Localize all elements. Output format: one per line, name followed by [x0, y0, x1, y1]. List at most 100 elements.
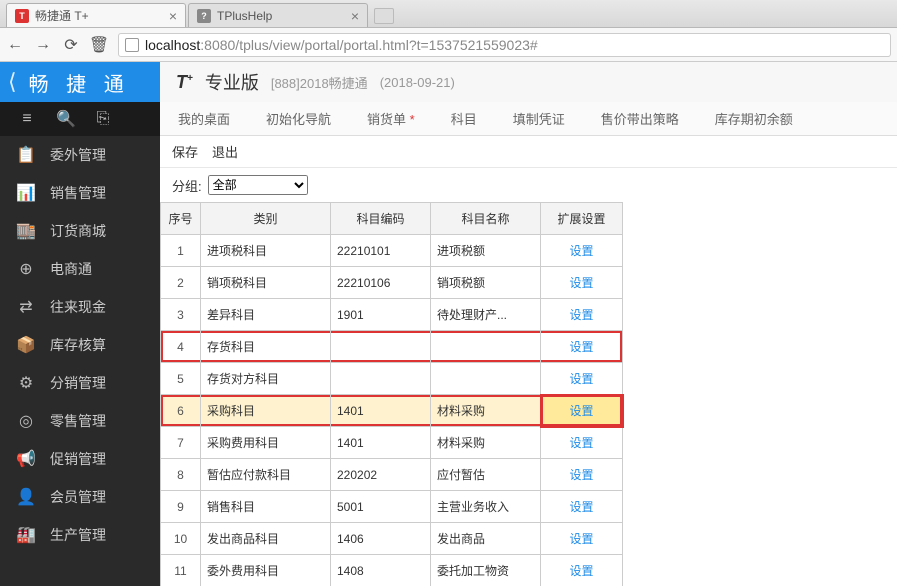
sidebar-item-label: 促销管理	[50, 449, 106, 469]
sidebar-item-label: 电商通	[50, 259, 92, 279]
ext-link[interactable]: 设置	[569, 276, 593, 290]
ext-link[interactable]: 设置	[569, 340, 593, 354]
table-row[interactable]: 10发出商品科目1406发出商品设置	[161, 523, 623, 555]
ext-link[interactable]: 设置	[569, 372, 593, 386]
ext-link[interactable]: 设置	[569, 244, 593, 258]
url-bar[interactable]: localhost:8080/tplus/view/portal/portal.…	[118, 33, 891, 57]
table-row[interactable]: 6采购科目1401材料采购设置	[161, 395, 623, 427]
cell-seq: 3	[161, 299, 201, 331]
ext-link[interactable]: 设置	[569, 436, 593, 450]
tab-subject[interactable]: 科目	[447, 107, 481, 130]
search-icon[interactable]: 🔍	[56, 109, 74, 129]
star-icon: *	[410, 112, 415, 127]
sidebar-item-cash[interactable]: ⇄ 往来现金	[0, 288, 160, 326]
forward-icon[interactable]: →	[34, 36, 52, 54]
table-header: 序号 类别 科目编码 科目名称 扩展设置	[161, 203, 623, 235]
back-icon[interactable]: ←	[6, 36, 24, 54]
cell-code: 5001	[331, 491, 431, 523]
table-row[interactable]: 11委外费用科目1408委托加工物资设置	[161, 555, 623, 586]
browser-tab-active[interactable]: T 畅捷通 T+ ×	[6, 3, 186, 27]
tab-title: 畅捷通 T+	[35, 7, 89, 24]
cell-name: 应付暂估	[431, 459, 541, 491]
gear-icon: ⚙	[16, 373, 36, 393]
edition-badge: T+	[176, 72, 193, 93]
factory-icon: 🏭	[16, 525, 36, 545]
tab-opening-balance[interactable]: 库存期初余额	[711, 107, 797, 130]
cell-name	[431, 363, 541, 395]
cell-code: 1401	[331, 395, 431, 427]
sidebar-item-label: 分销管理	[50, 373, 106, 393]
close-icon[interactable]: ×	[161, 8, 177, 24]
table-row[interactable]: 7采购费用科目1401材料采购设置	[161, 427, 623, 459]
tab-sales-order[interactable]: 销货单 *	[363, 107, 419, 130]
table-row[interactable]: 4存货科目设置	[161, 331, 623, 363]
sidebar-item-label: 会员管理	[50, 487, 106, 507]
cell-seq: 5	[161, 363, 201, 395]
cell-seq: 9	[161, 491, 201, 523]
table-row[interactable]: 9销售科目5001主营业务收入设置	[161, 491, 623, 523]
close-icon[interactable]: ×	[343, 8, 359, 24]
browser-tab-inactive[interactable]: ? TPlusHelp ×	[188, 3, 368, 27]
exchange-icon: ⇄	[16, 297, 36, 317]
sidebar-item-distribution[interactable]: ⚙ 分销管理	[0, 364, 160, 402]
table-row[interactable]: 2销项税科目22210106销项税额设置	[161, 267, 623, 299]
ext-link[interactable]: 设置	[569, 500, 593, 514]
table-row[interactable]: 5存货对方科目设置	[161, 363, 623, 395]
cell-type: 采购费用科目	[201, 427, 331, 459]
exit-button[interactable]: 退出	[212, 142, 238, 161]
megaphone-icon: 📢	[16, 449, 36, 469]
sidebar-item-sales[interactable]: 📊销售管理	[0, 174, 160, 212]
url-path: :8080/tplus/view/portal/portal.html?t=15…	[200, 37, 537, 53]
group-select[interactable]: 全部	[208, 175, 308, 195]
sidebar-item-member[interactable]: 👤会员管理	[0, 478, 160, 516]
sidebar-item-inventory[interactable]: 📦库存核算	[0, 326, 160, 364]
cell-type: 销项税科目	[201, 267, 331, 299]
cell-type: 委外费用科目	[201, 555, 331, 586]
ext-link[interactable]: 设置	[569, 564, 593, 578]
browser-tabs: T 畅捷通 T+ × ? TPlusHelp ×	[0, 0, 897, 28]
cell-seq: 10	[161, 523, 201, 555]
tab-price-policy[interactable]: 售价带出策略	[597, 107, 683, 130]
cell-name: 销项税额	[431, 267, 541, 299]
ext-link[interactable]: 设置	[569, 404, 593, 418]
sidebar-item-production[interactable]: 🏭生产管理	[0, 516, 160, 554]
cell-type: 进项税科目	[201, 235, 331, 267]
col-name: 科目名称	[431, 203, 541, 235]
sidebar-item-promo[interactable]: 📢 促销管理	[0, 440, 160, 478]
sidebar: ≡ 🔍 ⎘ 📋委外管理 📊销售管理 🏬订货商城 ⊕电商通 ⇄ 往来现金 📦库存核算…	[0, 102, 160, 586]
menu-icon[interactable]: ≡	[18, 110, 36, 128]
brand-logo: ⟨ 畅 捷 通	[0, 68, 160, 97]
trash-icon[interactable]: 🗑	[90, 36, 108, 54]
table-row[interactable]: 1进项税科目22210101进项税额设置	[161, 235, 623, 267]
cell-ext: 设置	[541, 331, 623, 363]
tab-voucher[interactable]: 填制凭证	[509, 107, 569, 130]
tab-desktop[interactable]: 我的桌面	[174, 107, 234, 130]
ext-link[interactable]: 设置	[569, 468, 593, 482]
cell-name: 材料采购	[431, 427, 541, 459]
save-button[interactable]: 保存	[172, 142, 198, 161]
table-row[interactable]: 3差异科目1901待处理财产...设置	[161, 299, 623, 331]
cell-ext: 设置	[541, 459, 623, 491]
sidebar-item-retail[interactable]: ◎零售管理	[0, 402, 160, 440]
tab-init[interactable]: 初始化导航	[262, 107, 335, 130]
col-type: 类别	[201, 203, 331, 235]
content: 我的桌面 初始化导航 销货单 * 科目 填制凭证 售价带出策略 库存期初余额 保…	[160, 102, 897, 586]
page-icon	[125, 38, 139, 52]
sidebar-item-mall[interactable]: 🏬订货商城	[0, 212, 160, 250]
sidebar-item-ecom[interactable]: ⊕电商通	[0, 250, 160, 288]
favicon-icon: ?	[197, 9, 211, 23]
sidebar-item-label: 往来现金	[50, 297, 106, 317]
back-arrow-icon[interactable]: ⟨	[8, 69, 23, 95]
cell-code	[331, 363, 431, 395]
export-icon[interactable]: ⎘	[94, 110, 112, 128]
new-tab-button[interactable]	[374, 8, 394, 24]
sidebar-item-label: 委外管理	[50, 145, 106, 165]
reload-icon[interactable]: ⟳	[62, 36, 80, 54]
box-icon: 📦	[16, 335, 36, 355]
ext-link[interactable]: 设置	[569, 532, 593, 546]
ext-link[interactable]: 设置	[569, 308, 593, 322]
sidebar-item-outsource[interactable]: 📋委外管理	[0, 136, 160, 174]
cell-type: 发出商品科目	[201, 523, 331, 555]
table-row[interactable]: 8暂估应付款科目220202应付暂估设置	[161, 459, 623, 491]
sidebar-item-label: 销售管理	[50, 183, 106, 203]
